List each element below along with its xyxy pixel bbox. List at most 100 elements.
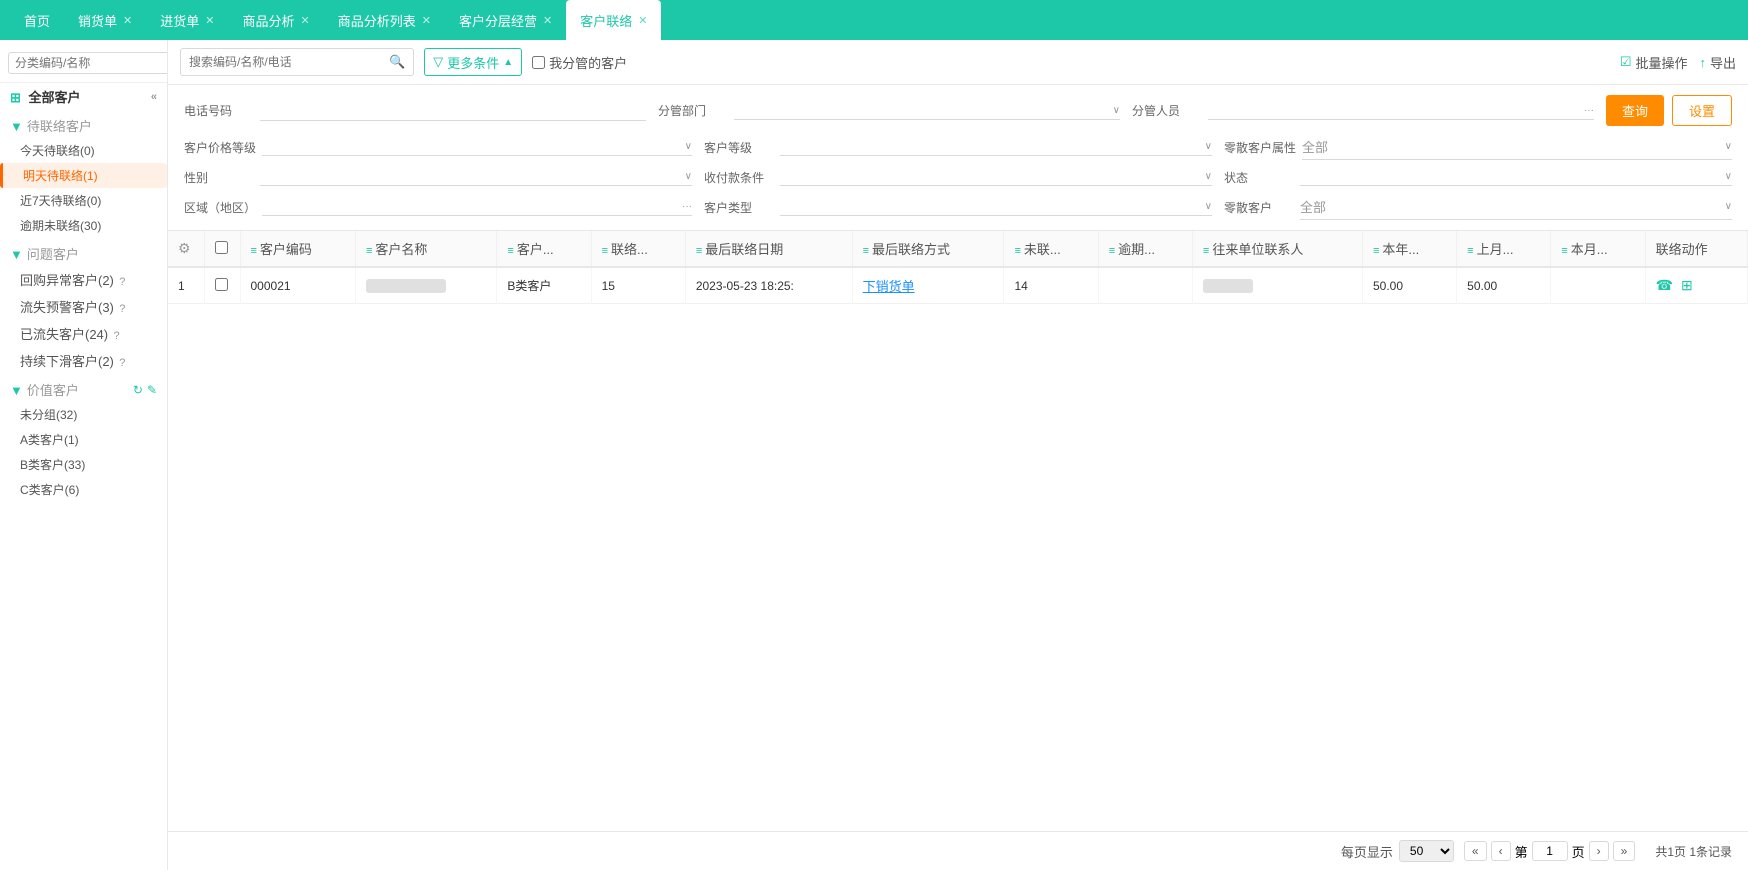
more-action-icon[interactable]: ⊞ <box>1681 277 1693 294</box>
sidebar-class-b[interactable]: B类客户(33) <box>0 452 167 477</box>
sidebar-overdue-contact[interactable]: 逾期未联络(30) <box>0 213 167 238</box>
last-contact-method-link[interactable]: 下销货单 <box>863 279 915 294</box>
per-page-select[interactable]: 50 10 20 100 <box>1399 840 1454 862</box>
payment-chevron-icon: ∨ <box>1205 171 1212 182</box>
refresh-value-icon[interactable]: ↻ <box>133 383 143 397</box>
prev-page-btn[interactable]: ‹ <box>1491 841 1511 861</box>
cell-index: 1 <box>168 267 204 304</box>
toolbar: 🔍 ▽ 更多条件 ▲ 我分管的客户 ☑ 批量操作 ↑ 导出 <box>168 40 1748 85</box>
nav-product-analysis[interactable]: 商品分析 ✕ <box>228 0 323 40</box>
close-purchase-order-icon[interactable]: ✕ <box>205 14 214 27</box>
sidebar-problem-customers-group: ▼问题客户 <box>0 238 167 266</box>
manager-select[interactable]: ··· <box>1208 102 1594 120</box>
sidebar-near7-contact[interactable]: 近7天待联络(0) <box>0 188 167 213</box>
total-records: 共1页 1条记录 <box>1655 843 1732 860</box>
close-customer-contact-icon[interactable]: ✕ <box>638 14 647 27</box>
filter-gender: 性别 ∨ <box>184 168 692 186</box>
price-level-select[interactable]: ∨ <box>262 138 692 156</box>
area-more-icon: ··· <box>682 201 692 212</box>
manager-more-icon: ··· <box>1584 105 1594 116</box>
customer-level-select[interactable]: ∨ <box>780 138 1212 156</box>
area-select[interactable]: ··· <box>262 198 692 216</box>
retail-customer-select[interactable]: 全部 ∨ <box>1300 194 1732 220</box>
bulk-ops-btn[interactable]: ☑ 批量操作 <box>1620 53 1688 72</box>
nav-purchase-order[interactable]: 进货单 ✕ <box>146 0 228 40</box>
sidebar-continuous-decline[interactable]: 持续下滑客户(2) ? <box>0 347 167 374</box>
search-input[interactable] <box>181 55 381 69</box>
dept-label: 分管部门 <box>658 102 728 119</box>
search-button[interactable]: 🔍 <box>381 54 413 70</box>
filter-dept: 分管部门 ∨ <box>658 102 1120 120</box>
sidebar-today-contact[interactable]: 今天待联络(0) <box>0 138 167 163</box>
query-button[interactable]: 查询 <box>1606 95 1664 126</box>
sidebar-already-lost[interactable]: 已流失客户(24) ? <box>0 320 167 347</box>
customer-level-chevron-icon: ∨ <box>1205 141 1212 152</box>
last-page-btn[interactable]: » <box>1613 841 1636 861</box>
retail-attr-chevron-icon: ∨ <box>1725 141 1732 152</box>
close-product-analysis-icon[interactable]: ✕ <box>301 14 310 27</box>
content-area: 🔍 ▽ 更多条件 ▲ 我分管的客户 ☑ 批量操作 ↑ 导出 <box>168 40 1748 870</box>
sidebar-all-customers-header[interactable]: ⊞ 全部客户 « <box>0 83 167 110</box>
payment-select[interactable]: ∨ <box>780 168 1212 186</box>
sidebar-unclassified[interactable]: 未分组(32) <box>0 402 167 427</box>
select-all-checkbox[interactable] <box>215 241 228 254</box>
cell-type: B类客户 <box>497 267 591 304</box>
sidebar-class-c[interactable]: C类客户(6) <box>0 477 167 502</box>
filter-retail-customer: 零散客户 全部 ∨ <box>1224 194 1732 220</box>
next-page-btn[interactable]: › <box>1589 841 1609 861</box>
phone-label: 电话号码 <box>184 102 254 119</box>
contact-action-icon[interactable]: ☎ <box>1656 277 1673 294</box>
gender-label: 性别 <box>184 169 254 186</box>
close-sales-order-icon[interactable]: ✕ <box>123 14 132 27</box>
col-this-year: ≡本年... <box>1362 231 1456 267</box>
col-uncontacted: ≡未联... <box>1004 231 1098 267</box>
filter-area: 区域（地区） ··· <box>184 198 692 216</box>
dept-select[interactable]: ∨ <box>734 102 1120 120</box>
customer-type-select[interactable]: ∨ <box>780 198 1212 216</box>
retail-attr-label: 零散客户属性 <box>1224 139 1296 156</box>
nav-sales-order[interactable]: 销货单 ✕ <box>64 0 146 40</box>
page-number-input[interactable] <box>1532 841 1568 861</box>
sidebar-lost-risk[interactable]: 流失预警客户(3) ? <box>0 293 167 320</box>
col-last-contact-method: ≡最后联络方式 <box>852 231 1004 267</box>
my-customers-checkbox-area[interactable]: 我分管的客户 <box>532 53 627 72</box>
cell-checkbox <box>204 267 240 304</box>
cell-unit-contacts <box>1192 267 1362 304</box>
filter-more-btn[interactable]: ▽ 更多条件 ▲ <box>424 48 522 76</box>
my-customers-checkbox[interactable] <box>532 56 545 69</box>
collapse-icon[interactable]: « <box>151 91 157 103</box>
sidebar-search-area: 🔍 <box>0 48 167 83</box>
nav-customer-contact[interactable]: 客户联络 ✕ <box>566 0 661 40</box>
close-product-analysis-list-icon[interactable]: ✕ <box>422 14 431 27</box>
retail-attr-select[interactable]: 全部 ∨ <box>1302 134 1732 160</box>
price-level-chevron-icon: ∨ <box>685 141 692 152</box>
status-select[interactable]: ∨ <box>1300 168 1732 186</box>
table-footer: 每页显示 50 10 20 100 « ‹ 第 页 › » 共1页 1条记录 <box>168 831 1748 870</box>
cell-this-month <box>1551 267 1645 304</box>
customer-type-chevron-icon: ∨ <box>1205 201 1212 212</box>
edit-value-icon[interactable]: ✎ <box>147 383 157 397</box>
table-settings-icon[interactable]: ⚙ <box>178 240 191 256</box>
first-page-btn[interactable]: « <box>1464 841 1487 861</box>
export-btn[interactable]: ↑ 导出 <box>1699 53 1736 72</box>
gender-chevron-icon: ∨ <box>685 171 692 182</box>
payment-label: 收付款条件 <box>704 169 774 186</box>
sidebar-class-a[interactable]: A类客户(1) <box>0 427 167 452</box>
retail-customer-label: 零散客户 <box>1224 199 1294 216</box>
gender-select[interactable]: ∨ <box>260 168 692 186</box>
nav-customer-tier[interactable]: 客户分层经营 ✕ <box>445 0 566 40</box>
nav-product-analysis-list[interactable]: 商品分析列表 ✕ <box>324 0 445 40</box>
close-customer-tier-icon[interactable]: ✕ <box>543 14 552 27</box>
sidebar-tomorrow-contact[interactable]: 明天待联络(1) <box>0 163 167 188</box>
phone-input[interactable] <box>260 100 646 121</box>
sidebar-search-input[interactable] <box>8 52 168 74</box>
nav-home[interactable]: 首页 <box>10 0 64 40</box>
retail-customer-chevron-icon: ∨ <box>1725 201 1732 212</box>
reset-button[interactable]: 设置 <box>1672 95 1732 126</box>
col-contacts: ≡联络... <box>591 231 685 267</box>
cell-this-year: 50.00 <box>1362 267 1456 304</box>
col-last-contact-date: ≡最后联络日期 <box>685 231 852 267</box>
cell-last-method: 下销货单 <box>852 267 1004 304</box>
sidebar-repeat-abnormal[interactable]: 回购异常客户(2) ? <box>0 266 167 293</box>
row-checkbox[interactable] <box>215 278 228 291</box>
